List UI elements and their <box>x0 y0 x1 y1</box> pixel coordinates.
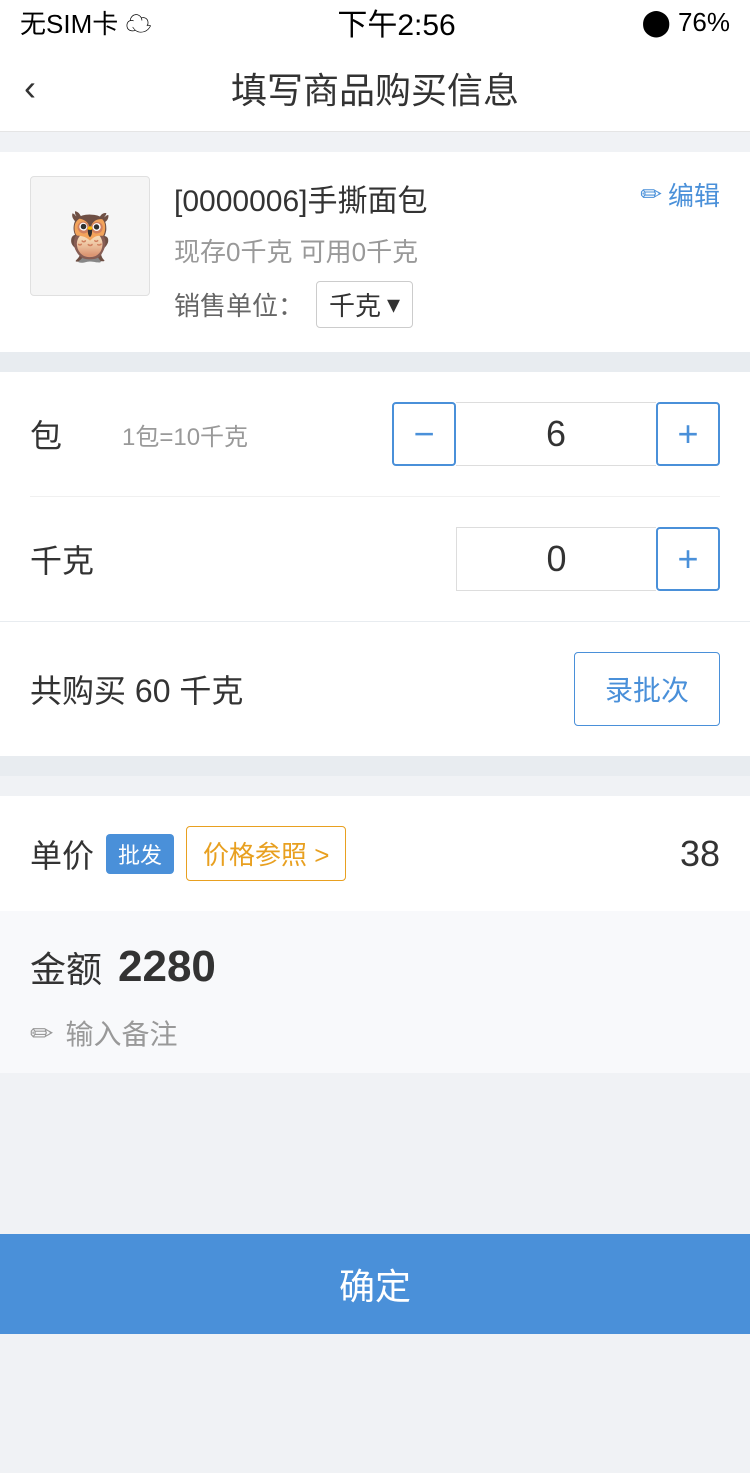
dropdown-icon: ▾ <box>387 289 400 320</box>
bao-sub-label: 1包=10千克 <box>122 417 248 452</box>
product-icon: 🦉 <box>60 208 120 265</box>
form-section: 包 1包=10千克 − + 千克 + <box>0 372 750 621</box>
kg-input[interactable] <box>456 527 656 591</box>
product-card: 🦉 [0000006]手撕面包 现存0千克 可用0千克 销售单位： 千克 ▾ ✏… <box>0 152 750 352</box>
form-row-bao: 包 1包=10千克 − + <box>30 372 720 497</box>
status-time: 下午2:56 <box>337 0 455 44</box>
product-stock: 现存0千克 可用0千克 <box>174 232 720 269</box>
amount-label: 金额 <box>30 941 102 993</box>
batch-button[interactable]: 录批次 <box>574 652 720 726</box>
kg-plus-button[interactable]: + <box>656 527 720 591</box>
product-name: [0000006]手撕面包 <box>174 176 720 220</box>
price-value: 38 <box>680 833 720 875</box>
confirm-bar[interactable]: 确定 <box>0 1234 750 1334</box>
status-bar: 无SIM卡 ☁ 下午2:56 ⬤ 76% <box>0 0 750 44</box>
price-label-group: 单价 批发 价格参照 > <box>30 826 346 881</box>
amount-value: 2280 <box>118 942 216 992</box>
back-button[interactable]: ‹ <box>24 67 36 109</box>
unit-value: 千克 <box>329 286 381 323</box>
bao-plus-button[interactable]: + <box>656 402 720 466</box>
product-image: 🦉 <box>30 176 150 296</box>
edit-button[interactable]: ✏ 编辑 <box>640 176 720 213</box>
confirm-button[interactable]: 确定 <box>339 1258 411 1310</box>
bao-label: 包 <box>30 411 110 457</box>
remark-placeholder: 输入备注 <box>65 1013 177 1053</box>
unit-select[interactable]: 千克 ▾ <box>316 281 413 328</box>
edit-icon: ✏ <box>640 179 662 210</box>
product-info: [0000006]手撕面包 现存0千克 可用0千克 销售单位： 千克 ▾ <box>174 176 720 328</box>
status-left: 无SIM卡 ☁ <box>20 4 151 41</box>
sim-label: 无SIM卡 ☁ <box>20 4 151 41</box>
bao-stepper: − + <box>392 402 720 466</box>
price-ref-button[interactable]: 价格参照 > <box>186 826 346 881</box>
price-label: 单价 <box>30 831 94 877</box>
remark-row[interactable]: ✏ 输入备注 <box>30 1013 720 1053</box>
form-row-kg: 千克 + <box>30 497 720 621</box>
purchase-total-label: 共购买 60 千克 <box>30 666 243 712</box>
nav-bar: ‹ 填写商品购买信息 <box>0 44 750 132</box>
remark-edit-icon: ✏ <box>30 1017 53 1050</box>
amount-section: 金额 2280 ✏ 输入备注 <box>0 911 750 1073</box>
bao-input[interactable] <box>456 402 656 466</box>
price-section: 单价 批发 价格参照 > 38 <box>0 796 750 911</box>
battery-icon: ⬤ 76% <box>642 7 730 38</box>
batch-tag: 批发 <box>106 834 174 874</box>
bao-minus-button[interactable]: − <box>392 402 456 466</box>
amount-row: 金额 2280 <box>30 941 720 993</box>
edit-label: 编辑 <box>668 176 720 213</box>
page-title: 填写商品购买信息 <box>231 62 519 114</box>
kg-label: 千克 <box>30 536 110 582</box>
top-divider <box>0 132 750 152</box>
unit-label: 销售单位： <box>174 286 304 323</box>
status-right: ⬤ 76% <box>642 7 730 38</box>
kg-stepper: + <box>456 527 720 591</box>
section-divider-1 <box>0 352 750 372</box>
bottom-spacer <box>0 1373 750 1473</box>
section-divider-2 <box>0 756 750 776</box>
purchase-row: 共购买 60 千克 录批次 <box>0 621 750 756</box>
product-unit-row: 销售单位： 千克 ▾ <box>174 281 720 328</box>
